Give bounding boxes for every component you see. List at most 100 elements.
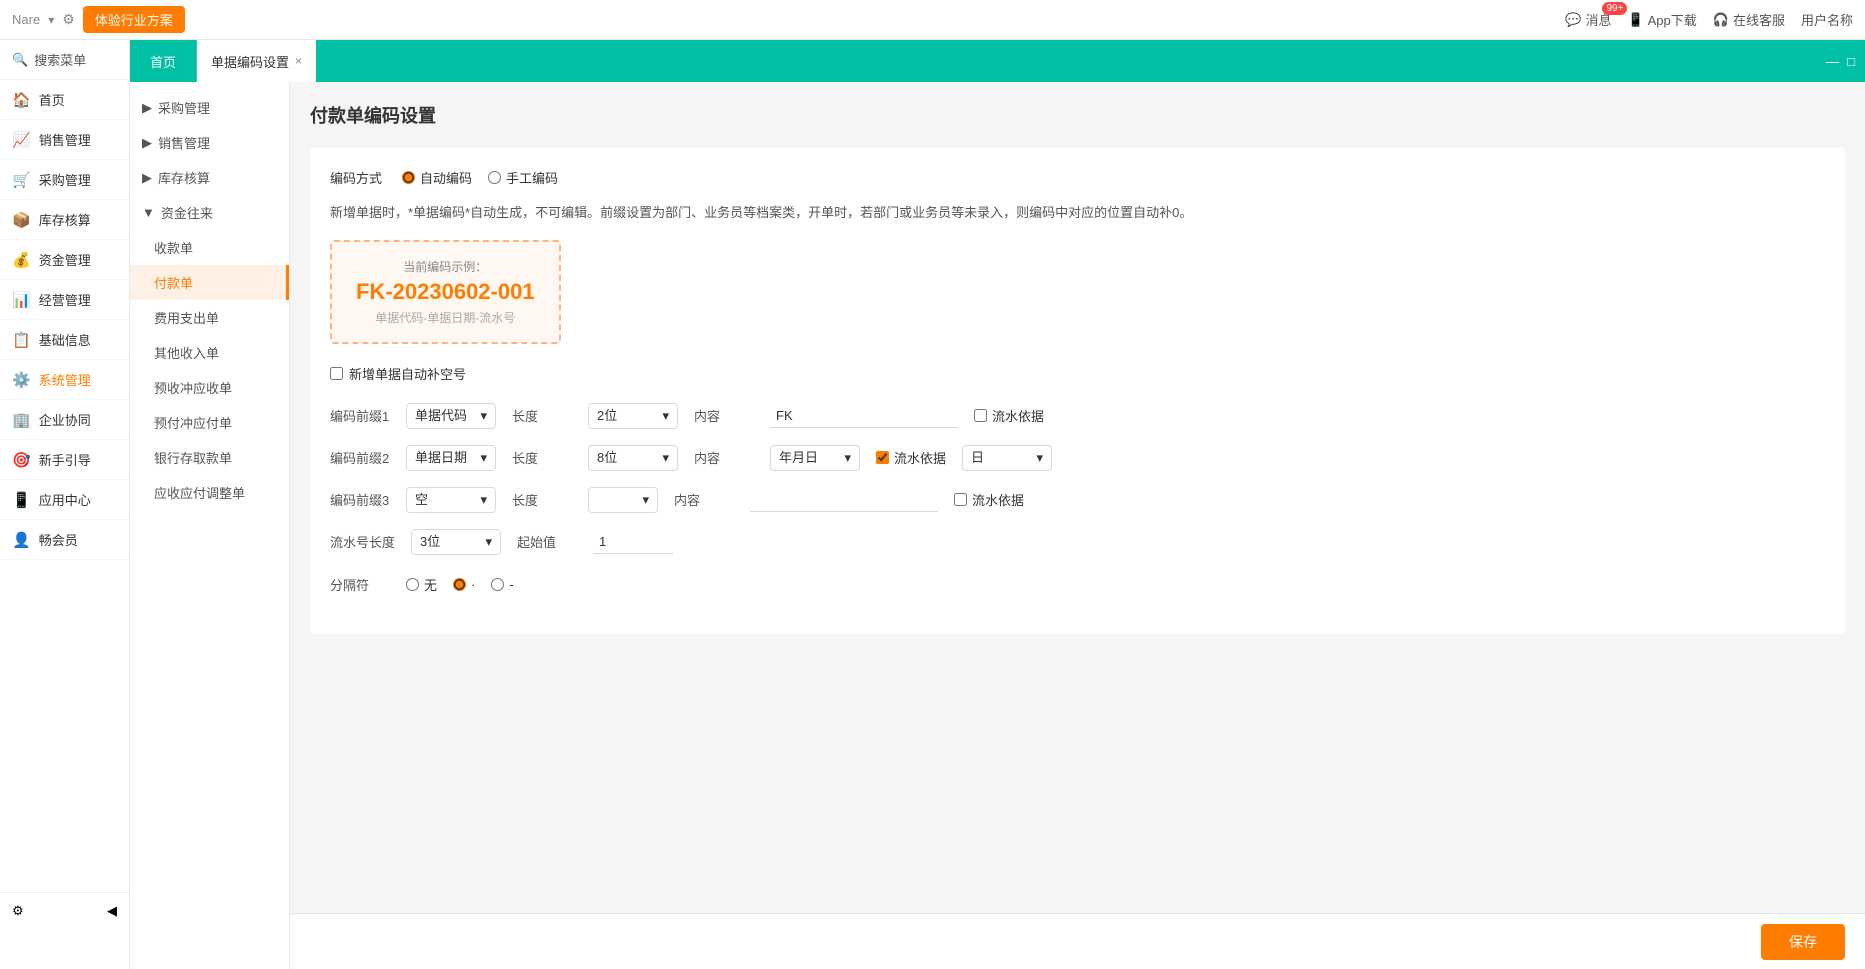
sep-dot-option[interactable]: · xyxy=(453,577,475,592)
sidebar-item-sales[interactable]: 📈 销售管理 xyxy=(0,120,129,160)
settings-icon[interactable]: ⚙ xyxy=(62,11,75,28)
sub-item-receipt[interactable]: 收款单 xyxy=(130,230,289,265)
length-3-select[interactable]: ▾ xyxy=(588,487,658,513)
auto-encoding-option[interactable]: 自动编码 xyxy=(402,168,472,187)
sidebar-item-inventory[interactable]: 📦 库存核算 xyxy=(0,200,129,240)
sep-dot-label: · xyxy=(471,577,475,592)
length-2-select-input[interactable]: 8位 xyxy=(597,450,658,465)
prefix-3-select-input[interactable]: 空 xyxy=(415,492,476,507)
prefix-3-select[interactable]: 空 ▾ xyxy=(406,487,496,513)
hint-text: 新增单据时，*单据编码*自动生成，不可编辑。前缀设置为部门、业务员等档案类，开单… xyxy=(330,203,1825,224)
serial-length-select[interactable]: 3位 ▾ xyxy=(411,529,501,555)
serial-3-checkbox-label[interactable]: 流水依据 xyxy=(954,490,1024,509)
manual-encoding-radio[interactable] xyxy=(488,171,501,184)
industry-plan-button[interactable]: 体验行业方案 xyxy=(83,6,185,33)
sidebar-item-finance[interactable]: 💰 资金管理 xyxy=(0,240,129,280)
tab-bar: 首页 单据编码设置 × — □ xyxy=(130,40,1865,82)
sidebar-item-enterprise[interactable]: 🏢 企业协同 xyxy=(0,400,129,440)
serial-2-checkbox[interactable] xyxy=(876,451,889,464)
sep-dot-radio[interactable] xyxy=(453,578,466,591)
prefix-2-select[interactable]: 单据日期 ▾ xyxy=(406,445,496,471)
basic-icon: 📋 xyxy=(12,331,31,349)
content-3-input[interactable] xyxy=(750,488,938,512)
sidebar-item-home[interactable]: 🏠 首页 xyxy=(0,80,129,120)
search-menu-label: 搜索菜单 xyxy=(34,50,86,69)
length-2-select[interactable]: 8位 ▾ xyxy=(588,445,678,471)
tab-active[interactable]: 单据编码设置 × xyxy=(197,40,316,82)
length-1-select-input[interactable]: 2位 xyxy=(597,408,658,423)
sidebar-item-basic[interactable]: 📋 基础信息 xyxy=(0,320,129,360)
sub-group-capital[interactable]: ▼ 资金往来 xyxy=(130,195,289,230)
search-icon: 🔍 xyxy=(12,52,28,68)
minimize-icon[interactable]: — xyxy=(1826,54,1839,69)
prefix-row-1: 编码前缀1 单据代码 ▾ 长度 2位 xyxy=(330,403,1825,429)
tab-close-icon[interactable]: × xyxy=(295,54,302,68)
sub-item-expense[interactable]: 费用支出单 xyxy=(130,300,289,335)
save-button[interactable]: 保存 xyxy=(1761,924,1845,960)
sub-group-purchase[interactable]: ▶ 采购管理 xyxy=(130,90,289,125)
sidebar-item-label: 资金管理 xyxy=(39,250,91,269)
sub-item-other-income[interactable]: 其他收入单 xyxy=(130,335,289,370)
serial-unit-select[interactable]: 日 ▾ xyxy=(962,445,1052,471)
home-icon: 🏠 xyxy=(12,91,31,109)
tab-home[interactable]: 首页 xyxy=(130,40,197,82)
sidebar-item-system[interactable]: ⚙️ 系统管理 xyxy=(0,360,129,400)
auto-encoding-radio[interactable] xyxy=(402,171,415,184)
sub-group-inventory[interactable]: ▶ 库存核算 xyxy=(130,160,289,195)
user-avatar[interactable]: 用户名称 xyxy=(1801,10,1853,29)
auto-fill-checkbox[interactable] xyxy=(330,367,343,380)
sidebar-settings-icon[interactable]: ⚙ xyxy=(12,903,24,919)
sidebar-collapse-icon[interactable]: ◀ xyxy=(107,903,117,919)
maximize-icon[interactable]: □ xyxy=(1847,54,1855,69)
separator-label: 分隔符 xyxy=(330,575,390,594)
content-2-select[interactable]: 年月日 ▾ xyxy=(770,445,860,471)
content-3-label: 内容 xyxy=(674,490,734,509)
tab-active-label: 单据编码设置 xyxy=(211,52,289,71)
sidebar-item-apps[interactable]: 📱 应用中心 xyxy=(0,480,129,520)
content-2-select-input[interactable]: 年月日 xyxy=(779,450,840,465)
sub-item-receivable-adj[interactable]: 应收应付调整单 xyxy=(130,475,289,510)
app-download-button[interactable]: 📱 App下载 xyxy=(1627,10,1696,29)
prefix-1-label: 编码前缀1 xyxy=(330,406,390,425)
sep-dash-radio[interactable] xyxy=(491,578,504,591)
serial-1-checkbox-label[interactable]: 流水依据 xyxy=(974,406,1044,425)
member-icon: 👤 xyxy=(12,531,31,549)
sidebar-item-label: 企业协同 xyxy=(39,410,91,429)
sidebar-bottom: ⚙ ◀ xyxy=(0,892,129,929)
top-bar-right: 💬 消息 99+ 📱 App下载 🎧 在线客服 用户名称 xyxy=(1565,10,1853,29)
serial-length-select-input[interactable]: 3位 xyxy=(420,534,481,549)
prefix-1-select[interactable]: 单据代码 ▾ xyxy=(406,403,496,429)
prefix-1-select-input[interactable]: 单据代码 xyxy=(415,408,476,423)
sub-item-advance-payable[interactable]: 预付冲应付单 xyxy=(130,405,289,440)
sidebar-item-operation[interactable]: 📊 经营管理 xyxy=(0,280,129,320)
sidebar-item-purchase[interactable]: 🛒 采购管理 xyxy=(0,160,129,200)
serial-unit-select-input[interactable]: 日 xyxy=(971,450,1032,465)
sidebar-item-member[interactable]: 👤 畅会员 xyxy=(0,520,129,560)
app-icon: 📱 xyxy=(1627,12,1643,28)
auto-fill-row[interactable]: 新增单据自动补空号 xyxy=(330,364,1825,383)
length-3-select-input[interactable] xyxy=(597,492,638,507)
sub-group-sales[interactable]: ▶ 销售管理 xyxy=(130,125,289,160)
serial-3-checkbox[interactable] xyxy=(954,493,967,506)
serial-2-checkbox-label[interactable]: 流水依据 xyxy=(876,448,946,467)
length-1-select[interactable]: 2位 ▾ xyxy=(588,403,678,429)
online-service-button[interactable]: 🎧 在线客服 xyxy=(1713,10,1785,29)
serial-1-checkbox[interactable] xyxy=(974,409,987,422)
serial-length-label: 流水号长度 xyxy=(330,532,395,551)
sub-item-bank-deposit[interactable]: 银行存取款单 xyxy=(130,440,289,475)
dropdown-arrow-icon[interactable]: ▾ xyxy=(48,13,54,27)
prefix-2-select-input[interactable]: 单据日期 xyxy=(415,450,476,465)
search-menu-button[interactable]: 🔍 搜索菜单 xyxy=(0,40,129,80)
chevron-right-icon: ▶ xyxy=(142,170,152,186)
message-button[interactable]: 💬 消息 99+ xyxy=(1565,10,1611,29)
sep-none-option[interactable]: 无 xyxy=(406,575,437,594)
manual-encoding-option[interactable]: 手工编码 xyxy=(488,168,558,187)
sidebar-item-label: 经营管理 xyxy=(39,290,91,309)
sub-item-advance-receivable[interactable]: 预收冲应收单 xyxy=(130,370,289,405)
sub-item-payment[interactable]: 付款单 xyxy=(130,265,289,300)
sep-dash-option[interactable]: - xyxy=(491,577,513,592)
start-value-input[interactable] xyxy=(593,530,673,554)
sidebar-item-guide[interactable]: 🎯 新手引导 xyxy=(0,440,129,480)
sep-none-radio[interactable] xyxy=(406,578,419,591)
content-1-input[interactable] xyxy=(770,404,958,428)
